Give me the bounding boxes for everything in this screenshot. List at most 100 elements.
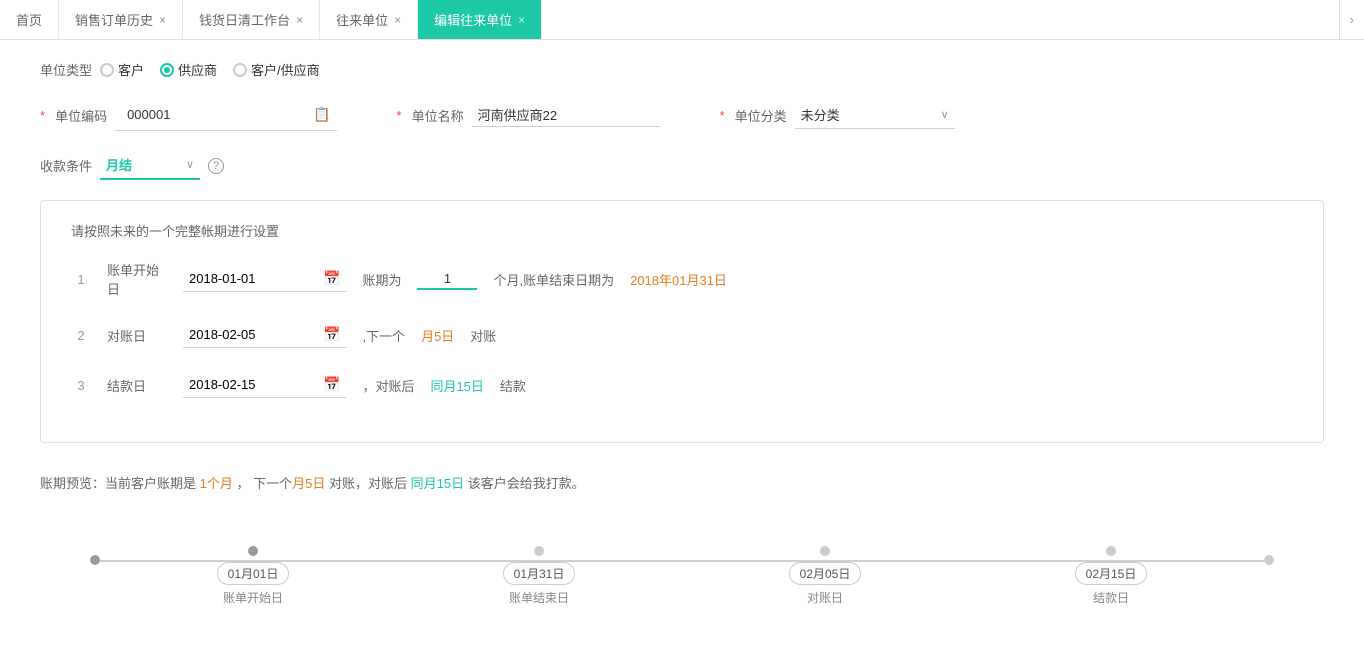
unit-type-radio-group: 客户 供应商 客户/供应商 (100, 60, 320, 79)
period-label-1: 账单开始日 (107, 260, 167, 298)
radio-supplier-circle (160, 63, 174, 77)
unit-category-value: 未分类 (801, 105, 840, 124)
unit-category-required: * (720, 108, 725, 123)
node-dot-4 (1106, 546, 1116, 556)
period-suffix-before-3: ，对账后 (362, 376, 414, 395)
payment-condition-row: 收款条件 月结 ∨ ? (40, 151, 1324, 180)
tab-sales-history[interactable]: 销售订单历史 × (59, 0, 183, 39)
close-edit-partner-icon[interactable]: × (518, 13, 525, 27)
period-date-1-wrapper: 📅 (183, 266, 346, 292)
period-date-3-input[interactable] (189, 377, 319, 392)
period-box: 请按照未来的一个完整帐期进行设置 1 账单开始日 📅 账期为 个月,账单结束日期… (40, 200, 1324, 443)
unit-category-select[interactable]: 未分类 ∨ (795, 101, 955, 129)
tab-more-button[interactable]: › (1339, 0, 1364, 39)
payment-condition-label: 收款条件 (40, 156, 92, 175)
unit-category-field: * 单位分类 未分类 ∨ (720, 101, 955, 129)
period-suffix-after-3: 结款 (500, 376, 526, 395)
preview-suffix: 该客户会给我打款。 (468, 476, 585, 491)
unit-code-field: * 单位编码 📋 (40, 99, 337, 131)
unit-category-label: 单位分类 (735, 106, 787, 125)
tab-bar: 首页 销售订单历史 × 钱货日清工作台 × 往来单位 × 编辑往来单位 × › (0, 0, 1364, 40)
timeline: 01月01日 账单开始日 01月31日 账单结束日 02月05日 对账日 02月… (40, 526, 1324, 636)
node-pill-2: 01月31日 (503, 562, 576, 585)
period-date-2-input[interactable] (189, 327, 319, 342)
node-label-1: 账单开始日 (223, 589, 283, 606)
preview-section: 账期预览：当前客户账期是 1个月 ， 下一个月5日 对账，对账后 同月15日 该… (40, 463, 1324, 502)
period-highlight-date-1: 2018年01月31日 (630, 270, 727, 289)
period-suffix-before-1: 账期为 (362, 270, 401, 289)
node-label-4: 结款日 (1093, 589, 1129, 606)
timeline-node-2: 01月31日 账单结束日 (503, 546, 576, 606)
preview-part2-highlight: 月5日 (292, 476, 325, 491)
unit-info-row: * 单位编码 📋 * 单位名称 * 单位分类 未分类 ∨ (40, 99, 1324, 131)
close-cash-work-icon[interactable]: × (296, 13, 303, 27)
close-sales-history-icon[interactable]: × (159, 13, 166, 27)
radio-both-label: 客户/供应商 (251, 60, 320, 79)
payment-condition-select[interactable]: 月结 ∨ (100, 151, 200, 180)
radio-customer-circle (100, 63, 114, 77)
preview-label: 账期预览：当前客户账期是 (40, 476, 196, 491)
calendar-icon-1[interactable]: 📅 (323, 270, 340, 287)
unit-name-input[interactable] (472, 103, 660, 127)
tab-cash-work[interactable]: 钱货日清工作台 × (183, 0, 320, 39)
tab-home-label: 首页 (16, 10, 42, 29)
payment-condition-field: 收款条件 月结 ∨ ? (40, 151, 224, 180)
period-box-title: 请按照未来的一个完整帐期进行设置 (71, 221, 1293, 240)
node-pill-1: 01月01日 (217, 562, 290, 585)
payment-chevron-icon: ∨ (186, 158, 194, 171)
node-dot-3 (820, 546, 830, 556)
radio-customer[interactable]: 客户 (100, 60, 144, 79)
unit-code-label: 单位编码 (55, 106, 107, 125)
preview-sep1: ， (237, 476, 250, 491)
tab-cash-work-label: 钱货日清工作台 (199, 10, 290, 29)
tab-edit-partner-label: 编辑往来单位 (434, 10, 512, 29)
preview-part2-prefix: 下一个 (253, 476, 292, 491)
period-highlight-3: 同月15日 (430, 376, 483, 395)
unit-code-input-wrapper: 📋 (115, 99, 336, 131)
copy-icon[interactable]: 📋 (313, 106, 330, 123)
period-label-2: 对账日 (107, 326, 167, 345)
preview-sep2: 对账，对账后 (329, 476, 407, 491)
preview-part3: 同月15日 (411, 476, 464, 491)
period-suffix-before-2: ,下一个 (362, 326, 405, 345)
unit-type-row: 单位类型 客户 供应商 客户/供应商 (40, 60, 1324, 79)
node-pill-4: 02月15日 (1075, 562, 1148, 585)
period-date-1-input[interactable] (189, 271, 319, 286)
node-pill-3: 02月05日 (789, 562, 862, 585)
timeline-node-3: 02月05日 对账日 (789, 546, 862, 606)
unit-name-required: * (397, 108, 402, 123)
node-label-3: 对账日 (807, 589, 843, 606)
period-highlight-2: 月5日 (421, 326, 454, 345)
unit-code-input[interactable] (121, 103, 309, 126)
radio-supplier[interactable]: 供应商 (160, 60, 217, 79)
tab-sales-history-label: 销售订单历史 (75, 10, 153, 29)
unit-type-label: 单位类型 (40, 60, 92, 79)
period-row-1: 1 账单开始日 📅 账期为 个月,账单结束日期为 2018年01月31日 (71, 260, 1293, 298)
calendar-icon-2[interactable]: 📅 (323, 326, 340, 343)
period-date-3-wrapper: 📅 (183, 372, 346, 398)
period-row-3: 3 结款日 📅 ，对账后 同月15日 结款 (71, 372, 1293, 398)
help-icon[interactable]: ? (208, 158, 224, 174)
period-value-input[interactable] (417, 269, 477, 290)
period-label-3: 结款日 (107, 376, 167, 395)
radio-both[interactable]: 客户/供应商 (233, 60, 320, 79)
period-row-2: 2 对账日 📅 ,下一个月5日 对账 (71, 322, 1293, 348)
timeline-node-1: 01月01日 账单开始日 (217, 546, 290, 606)
radio-both-circle (233, 63, 247, 77)
period-date-2-wrapper: 📅 (183, 322, 346, 348)
tab-partner-units-label: 往来单位 (336, 10, 388, 29)
tab-edit-partner[interactable]: 编辑往来单位 × (418, 0, 542, 39)
unit-name-label: 单位名称 (412, 106, 464, 125)
node-dot-2 (534, 546, 544, 556)
period-num-3: 3 (71, 378, 91, 393)
period-suffix-after-1: 个月,账单结束日期为 (493, 270, 614, 289)
node-label-2: 账单结束日 (509, 589, 569, 606)
calendar-icon-3[interactable]: 📅 (323, 376, 340, 393)
unit-type-field: 单位类型 客户 供应商 客户/供应商 (40, 60, 320, 79)
period-num-1: 1 (71, 272, 91, 287)
close-partner-units-icon[interactable]: × (394, 13, 401, 27)
radio-supplier-label: 供应商 (178, 60, 217, 79)
tab-home[interactable]: 首页 (0, 0, 59, 39)
radio-customer-label: 客户 (118, 60, 144, 79)
tab-partner-units[interactable]: 往来单位 × (320, 0, 418, 39)
